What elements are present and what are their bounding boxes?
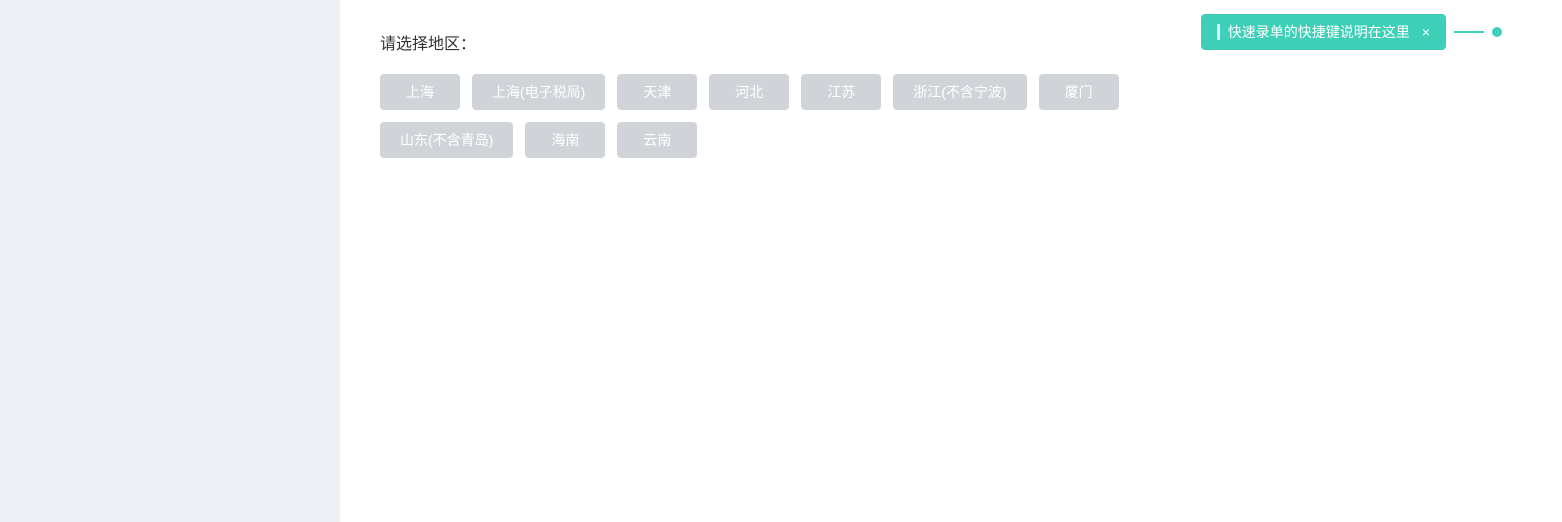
region-btn-hebei[interactable]: 河北: [709, 74, 789, 110]
region-btn-tianjin[interactable]: 天津: [617, 74, 697, 110]
tooltip-container: 快速录单的快捷键说明在这里 ×: [1201, 14, 1502, 50]
region-btn-hainan[interactable]: 海南: [525, 122, 605, 158]
region-buttons-row2: 山东(不含青岛) 海南 云南: [380, 122, 1522, 158]
region-btn-shandong[interactable]: 山东(不含青岛): [380, 122, 513, 158]
region-btn-yunnan[interactable]: 云南: [617, 122, 697, 158]
tooltip-close-button[interactable]: ×: [1422, 24, 1430, 40]
tooltip-bar: [1217, 24, 1220, 40]
region-btn-zhejiang[interactable]: 浙江(不含宁波): [893, 74, 1026, 110]
region-btn-xiamen[interactable]: 厦门: [1039, 74, 1119, 110]
tooltip-connector-line: [1454, 31, 1484, 33]
tooltip-text: 快速录单的快捷键说明在这里: [1228, 22, 1410, 42]
tooltip-bubble: 快速录单的快捷键说明在这里 ×: [1201, 14, 1446, 50]
region-btn-jiangsu[interactable]: 江苏: [801, 74, 881, 110]
region-btn-shanghai-etax[interactable]: 上海(电子税局): [472, 74, 605, 110]
region-btn-shanghai[interactable]: 上海: [380, 74, 460, 110]
tooltip-connector-dot: [1492, 27, 1502, 37]
sidebar: [0, 0, 340, 522]
region-buttons-container: 上海 上海(电子税局) 天津 河北 江苏 浙江(不含宁波) 厦门: [380, 74, 1522, 110]
main-content: 请选择地区： 上海 上海(电子税局) 天津 河北 江苏 浙江(不含宁波) 厦门 …: [340, 0, 1562, 522]
